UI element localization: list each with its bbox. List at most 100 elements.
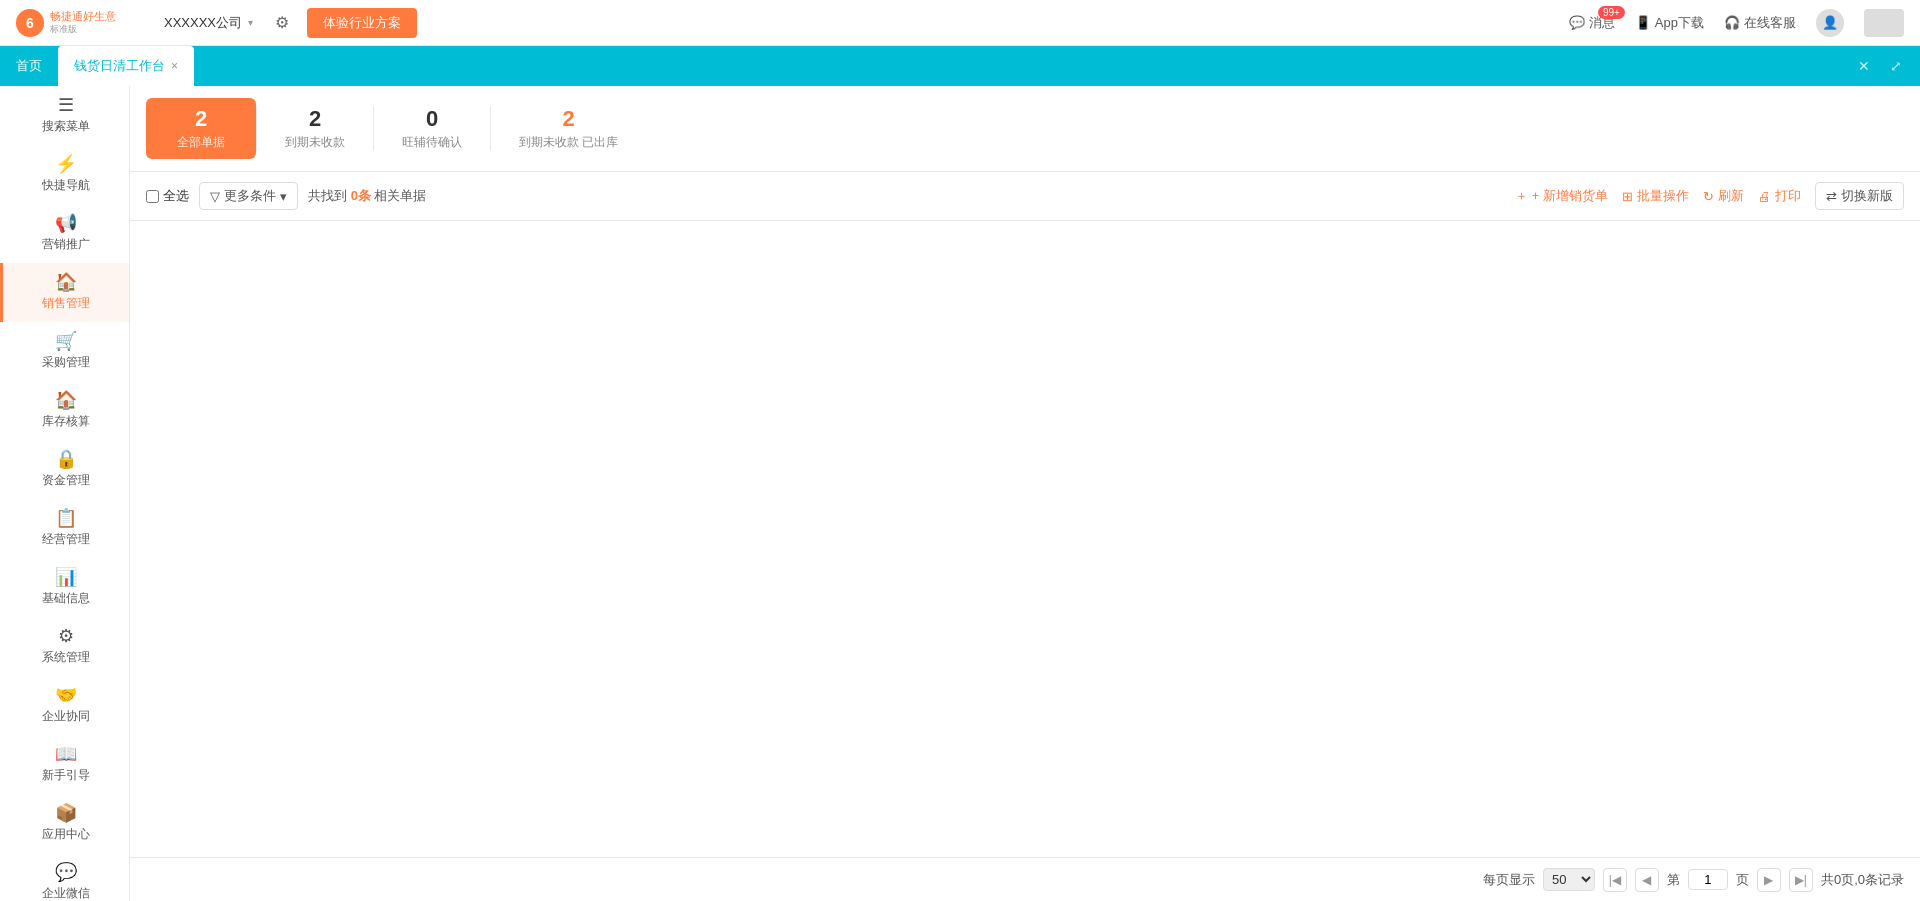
add-sale-button[interactable]: ＋ + 新增销货单 <box>1515 187 1608 205</box>
stat-number-all: 2 <box>195 106 207 132</box>
tab-close-icon[interactable]: × <box>171 59 178 73</box>
cooperation-icon: 🤝 <box>55 686 77 704</box>
switch-version-button[interactable]: ⇄ 切换新版 <box>1815 182 1904 210</box>
stat-label-wangfu: 旺辅待确认 <box>402 134 462 151</box>
sidebar-item-cooperation[interactable]: 🤝 企业协同 <box>0 676 129 735</box>
page-next-button[interactable]: ▶ <box>1757 868 1781 892</box>
filter-button[interactable]: ▽ 更多条件 ▾ <box>199 182 298 210</box>
toolbar-right: ＋ + 新增销货单 ⊞ 批量操作 ↻ 刷新 🖨 打印 ⇄ 切换新版 <box>1515 182 1904 210</box>
batch-operation-button[interactable]: ⊞ 批量操作 <box>1622 187 1689 205</box>
sidebar-item-wechat[interactable]: 💬 企业微信 <box>0 853 129 901</box>
print-button[interactable]: 🖨 打印 <box>1758 187 1801 205</box>
inventory-icon: 🏠 <box>55 391 77 409</box>
sidebar-item-inventory-label: 库存核算 <box>42 413 90 430</box>
purchase-icon: 🛒 <box>55 332 77 350</box>
search-menu-icon: ☰ <box>58 96 74 114</box>
service-icon: 🎧 <box>1724 15 1740 30</box>
top-header: 6 畅捷通好生意 标准版 XXXXXX公司 ▾ ⚙ 体验行业方案 💬 消息 99… <box>0 0 1920 46</box>
stat-card-overdue-out[interactable]: 2 到期未收款 已出库 <box>491 98 646 159</box>
user-name-area <box>1864 9 1904 37</box>
sidebar-item-system[interactable]: ⚙ 系统管理 <box>0 617 129 676</box>
quick-nav-icon: ⚡ <box>55 155 77 173</box>
message-badge: 99+ <box>1598 6 1625 19</box>
avatar-icon: 👤 <box>1822 15 1838 30</box>
stat-label-overdue-out: 到期未收款 已出库 <box>519 134 618 151</box>
sidebar-item-inventory[interactable]: 🏠 库存核算 <box>0 381 129 440</box>
sidebar-item-marketing[interactable]: 📢 营销推广 <box>0 204 129 263</box>
sidebar-item-purchase[interactable]: 🛒 采购管理 <box>0 322 129 381</box>
filter-icon: ▽ <box>210 189 220 204</box>
stat-card-all[interactable]: 2 全部单据 <box>146 98 256 159</box>
message-button[interactable]: 💬 消息 99+ <box>1569 14 1615 32</box>
sidebar-item-finance[interactable]: 🔒 资金管理 <box>0 440 129 499</box>
page-first-button[interactable]: |◀ <box>1603 868 1627 892</box>
sidebar-item-search-menu[interactable]: ☰ 搜索菜单 <box>0 86 129 145</box>
stat-number-wangfu: 0 <box>426 106 438 132</box>
per-page-select[interactable]: 50 20 100 <box>1543 868 1595 891</box>
avatar[interactable]: 👤 <box>1816 9 1844 37</box>
content-area: 2 全部单据 2 到期未收款 0 旺辅待确认 2 到期未收款 已出库 <box>130 86 1920 901</box>
page-last-button[interactable]: ▶| <box>1789 868 1813 892</box>
tab-home[interactable]: 首页 <box>0 46 58 86</box>
add-label: + 新增销货单 <box>1532 187 1608 205</box>
select-all-input[interactable] <box>146 190 159 203</box>
batch-label: 批量操作 <box>1637 187 1689 205</box>
sidebar-item-finance-label: 资金管理 <box>42 472 90 489</box>
tab-workspace[interactable]: 钱货日清工作台 × <box>58 46 194 86</box>
settings-button[interactable]: ⚙ <box>267 8 297 38</box>
sidebar: ☰ 搜索菜单 ⚡ 快捷导航 📢 营销推广 🏠 销售管理 🛒 采购管理 🏠 库存核… <box>0 86 130 901</box>
main-layout: ☰ 搜索菜单 ⚡ 快捷导航 📢 营销推广 🏠 销售管理 🛒 采购管理 🏠 库存核… <box>0 86 1920 901</box>
select-all-checkbox[interactable]: 全选 <box>146 187 189 205</box>
trial-button[interactable]: 体验行业方案 <box>307 8 417 38</box>
switch-icon: ⇄ <box>1826 189 1837 204</box>
sidebar-item-sales-label: 销售管理 <box>42 295 90 312</box>
sidebar-item-quick-nav[interactable]: ⚡ 快捷导航 <box>0 145 129 204</box>
company-name: XXXXXX公司 <box>164 14 242 32</box>
sidebar-item-app-center[interactable]: 📦 应用中心 <box>0 794 129 853</box>
per-page-label: 每页显示 <box>1483 871 1535 889</box>
online-service-label: 在线客服 <box>1744 14 1796 32</box>
found-count-text: 共找到 0条 相关单据 <box>308 187 426 205</box>
stats-row: 2 全部单据 2 到期未收款 0 旺辅待确认 2 到期未收款 已出库 <box>130 86 1920 172</box>
page-prev-button[interactable]: ◀ <box>1635 868 1659 892</box>
refresh-label: 刷新 <box>1718 187 1744 205</box>
page-number-input[interactable] <box>1688 869 1728 890</box>
settings-icon: ⚙ <box>275 13 289 32</box>
tab-expand-btn[interactable]: ⤢ <box>1884 54 1908 78</box>
logo-text-area: 畅捷通好生意 标准版 <box>50 9 116 36</box>
page-suffix: 页 <box>1736 871 1749 889</box>
page-total-text: 共0页,0条记录 <box>1821 871 1904 889</box>
operation-icon: 📋 <box>55 509 77 527</box>
sidebar-item-wechat-label: 企业微信 <box>42 885 90 901</box>
pagination-bar: 每页显示 50 20 100 |◀ ◀ 第 页 ▶ ▶| 共0页,0条记录 <box>130 857 1920 901</box>
sidebar-item-search-menu-label: 搜索菜单 <box>42 118 90 135</box>
select-all-label: 全选 <box>163 187 189 205</box>
stat-card-overdue[interactable]: 2 到期未收款 <box>257 98 373 159</box>
found-num: 0条 <box>351 188 371 203</box>
app-download-button[interactable]: 📱 App下载 <box>1635 14 1704 32</box>
sidebar-item-marketing-label: 营销推广 <box>42 236 90 253</box>
app-center-icon: 📦 <box>55 804 77 822</box>
header-right: 💬 消息 99+ 📱 App下载 🎧 在线客服 👤 <box>1569 9 1904 37</box>
tab-home-label: 首页 <box>16 57 42 75</box>
refresh-icon: ↻ <box>1703 189 1714 204</box>
sidebar-item-basic-info-label: 基础信息 <box>42 590 90 607</box>
stat-label-all: 全部单据 <box>177 134 225 151</box>
company-selector[interactable]: XXXXXX公司 ▾ <box>156 10 261 36</box>
print-label: 打印 <box>1775 187 1801 205</box>
sidebar-item-cooperation-label: 企业协同 <box>42 708 90 725</box>
tab-close-btn[interactable]: ✕ <box>1852 54 1876 78</box>
switch-label: 切换新版 <box>1841 187 1893 205</box>
sidebar-item-basic-info[interactable]: 📊 基础信息 <box>0 558 129 617</box>
refresh-button[interactable]: ↻ 刷新 <box>1703 187 1744 205</box>
sidebar-item-sales[interactable]: 🏠 销售管理 <box>0 263 129 322</box>
logo-label: 畅捷通好生意 <box>50 9 116 23</box>
sidebar-item-operation[interactable]: 📋 经营管理 <box>0 499 129 558</box>
batch-icon: ⊞ <box>1622 189 1633 204</box>
tab-bar: 首页 钱货日清工作台 × ✕ ⤢ <box>0 46 1920 86</box>
chevron-down-icon: ▾ <box>248 17 253 28</box>
stat-number-overdue-out: 2 <box>563 106 575 132</box>
online-service-button[interactable]: 🎧 在线客服 <box>1724 14 1796 32</box>
stat-card-wangfu[interactable]: 0 旺辅待确认 <box>374 98 490 159</box>
sidebar-item-guide[interactable]: 📖 新手引导 <box>0 735 129 794</box>
